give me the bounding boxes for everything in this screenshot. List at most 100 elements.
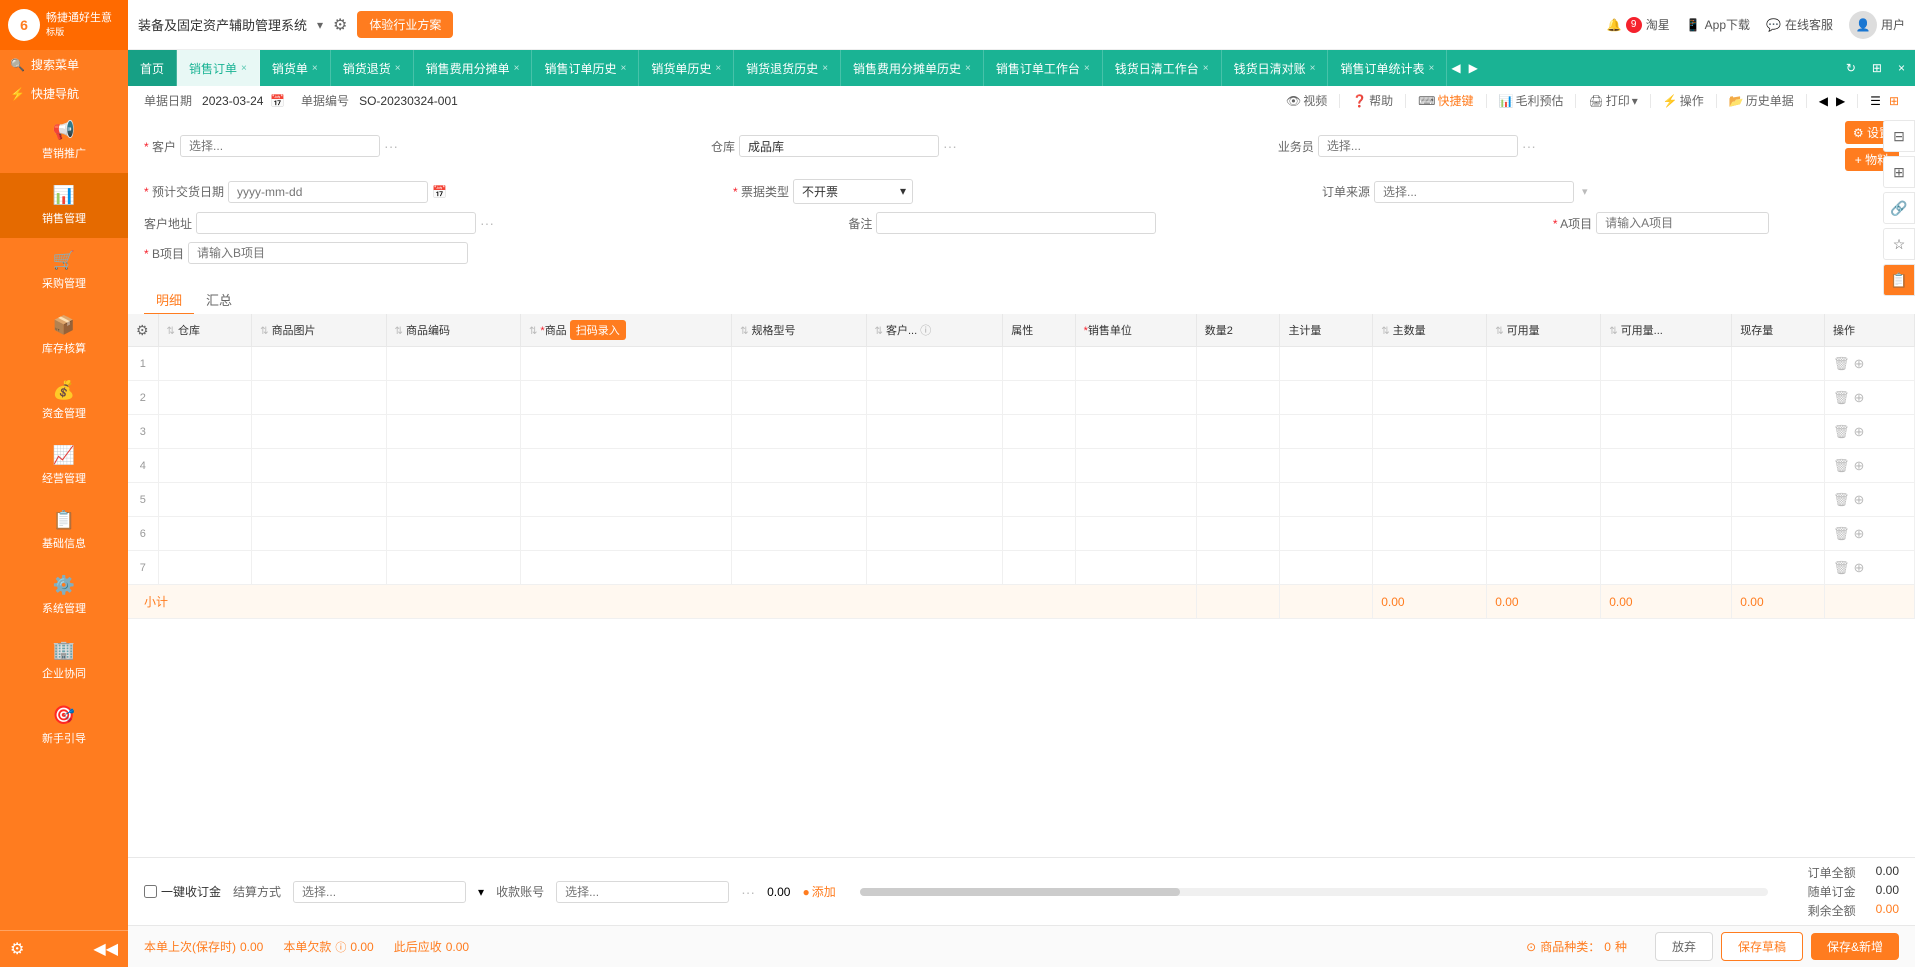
copy-row-icon[interactable]: ⊕ — [1854, 560, 1865, 576]
copy-row-icon[interactable]: ⊕ — [1854, 356, 1865, 372]
tab-sales-list[interactable]: 销货单 × — [260, 50, 331, 86]
solution-button[interactable]: 体验行业方案 — [357, 11, 453, 38]
cell-spec[interactable] — [732, 551, 866, 585]
sidebar-item-finance[interactable]: 💰 资金管理 — [0, 368, 128, 433]
cell-spec[interactable] — [732, 415, 866, 449]
cell-available[interactable] — [1487, 415, 1601, 449]
staff-input[interactable] — [1318, 135, 1518, 157]
cell-spec[interactable] — [732, 449, 866, 483]
sidebar-item-enterprise[interactable]: 🏢 企业协同 — [0, 628, 128, 693]
cell-available2[interactable] — [1601, 483, 1732, 517]
account-more-icon[interactable]: ··· — [741, 884, 755, 900]
tab-sales-return[interactable]: 销货退货 × — [331, 50, 414, 86]
cell-current-stock[interactable] — [1732, 449, 1825, 483]
tab-sales-history[interactable]: 销货单历史 × — [639, 50, 734, 86]
payment-dropdown-icon[interactable]: ▾ — [478, 885, 484, 899]
cell-warehouse[interactable] — [158, 517, 252, 551]
cell-warehouse[interactable] — [158, 449, 252, 483]
cell-current-stock[interactable] — [1732, 347, 1825, 381]
tab-sales-fee[interactable]: 销售费用分摊单 × — [414, 50, 533, 86]
tab-return-history[interactable]: 销货退货历史 × — [734, 50, 841, 86]
cell-product[interactable] — [520, 381, 731, 415]
cell-attribute[interactable] — [1003, 517, 1075, 551]
tab-daily-workbench[interactable]: 钱货日清工作台 × — [1103, 50, 1222, 86]
cell-main-unit[interactable] — [1280, 551, 1373, 585]
tab-order-workbench[interactable]: 销售订单工作台 × — [984, 50, 1103, 86]
tab-close-icon[interactable]: × — [1084, 63, 1090, 74]
cell-customer-code[interactable] — [866, 449, 1003, 483]
sort-icon[interactable]: ⇅ — [1609, 326, 1617, 337]
one-click-checkbox[interactable]: 一键收订金 — [144, 883, 221, 900]
cell-main-quantity[interactable] — [1373, 449, 1487, 483]
cell-product[interactable] — [520, 551, 731, 585]
cell-main-unit[interactable] — [1280, 381, 1373, 415]
cell-product[interactable] — [520, 415, 731, 449]
tabbar-close-icon[interactable]: × — [1892, 59, 1911, 77]
b-project-input[interactable] — [188, 242, 468, 264]
warehouse-input[interactable] — [739, 135, 939, 157]
cell-product-code[interactable] — [386, 449, 520, 483]
grid-view-icon[interactable]: ⊞ — [1889, 94, 1899, 108]
user-item[interactable]: 👤 用户 — [1849, 11, 1905, 39]
delete-row-icon[interactable]: 🗑 — [1833, 526, 1850, 542]
copy-row-icon[interactable]: ⊕ — [1854, 424, 1865, 440]
cell-current-stock[interactable] — [1732, 415, 1825, 449]
cell-customer-code[interactable] — [866, 483, 1003, 517]
sort-icon[interactable]: ⇅ — [1495, 326, 1503, 337]
delete-row-icon[interactable]: 🗑 — [1833, 458, 1850, 474]
customer-more-icon[interactable]: ··· — [384, 138, 398, 154]
cell-attribute[interactable] — [1003, 347, 1075, 381]
scrollbar-thumb[interactable] — [860, 888, 1180, 896]
tabbar-refresh-icon[interactable]: ↻ — [1840, 59, 1862, 77]
sort-icon[interactable]: ⇅ — [260, 326, 268, 337]
tab-detail[interactable]: 明细 — [144, 286, 194, 315]
tab-close-icon[interactable]: × — [395, 63, 401, 74]
cell-quantity2[interactable] — [1196, 381, 1280, 415]
customer-address-input[interactable] — [196, 212, 476, 234]
cell-quantity2[interactable] — [1196, 551, 1280, 585]
cell-main-unit[interactable] — [1280, 415, 1373, 449]
tab-nav-next[interactable]: ▶ — [1465, 61, 1482, 75]
sort-icon[interactable]: ⇅ — [875, 326, 883, 337]
settings-button[interactable]: ⚙ — [333, 15, 347, 35]
cell-product-image[interactable] — [252, 551, 386, 585]
cell-quantity2[interactable] — [1196, 347, 1280, 381]
cell-available2[interactable] — [1601, 517, 1732, 551]
date-picker-icon[interactable]: 📅 — [432, 185, 447, 199]
sidebar-item-search[interactable]: 🔍 搜索菜单 — [0, 50, 128, 79]
product-types-icon[interactable]: ⊙ — [1526, 940, 1536, 954]
sidebar-item-marketing[interactable]: 📢 营销推广 — [0, 108, 128, 173]
cell-customer-code[interactable] — [866, 517, 1003, 551]
preview-button[interactable]: 👁 视频 — [1286, 92, 1327, 109]
order-source-dropdown[interactable]: ▾ — [1582, 185, 1588, 198]
tab-home[interactable]: 首页 — [128, 50, 177, 86]
scan-button[interactable]: 扫码录入 — [570, 320, 626, 340]
cell-available[interactable] — [1487, 449, 1601, 483]
print-dropdown-icon[interactable]: ▾ — [1632, 94, 1638, 108]
help-button[interactable]: ❓ 帮助 — [1352, 92, 1393, 109]
order-source-input[interactable] — [1374, 181, 1574, 203]
copy-row-icon[interactable]: ⊕ — [1854, 458, 1865, 474]
sidebar-item-sales[interactable]: 📊 销售管理 — [0, 173, 128, 238]
delivery-date-input[interactable] — [228, 181, 428, 203]
cell-spec[interactable] — [732, 381, 866, 415]
side-action-2[interactable]: ⊞ — [1883, 156, 1915, 188]
online-service-item[interactable]: 💬 在线客服 — [1766, 16, 1833, 33]
nav-next-icon[interactable]: ▶ — [1836, 94, 1845, 108]
sidebar-item-purchase[interactable]: 🛒 采购管理 — [0, 238, 128, 303]
cell-product-image[interactable] — [252, 517, 386, 551]
side-action-3[interactable]: 🔗 — [1883, 192, 1915, 224]
cell-product-image[interactable] — [252, 347, 386, 381]
sidebar-item-basic-info[interactable]: 📋 基础信息 — [0, 498, 128, 563]
save-draft-button[interactable]: 保存草稿 — [1721, 932, 1803, 961]
list-view-icon[interactable]: ☰ — [1870, 94, 1881, 108]
invoice-select[interactable]: 不开票 ▾ — [793, 179, 913, 204]
delete-row-icon[interactable]: 🗑 — [1833, 560, 1850, 576]
tab-sales-order-history[interactable]: 销售订单历史 × — [532, 50, 639, 86]
debt-info-icon[interactable]: ⓘ — [335, 939, 346, 955]
cell-product-code[interactable] — [386, 381, 520, 415]
cell-warehouse[interactable] — [158, 415, 252, 449]
delete-row-icon[interactable]: 🗑 — [1833, 492, 1850, 508]
tab-close-icon[interactable]: × — [1310, 63, 1316, 74]
cell-product[interactable] — [520, 483, 731, 517]
